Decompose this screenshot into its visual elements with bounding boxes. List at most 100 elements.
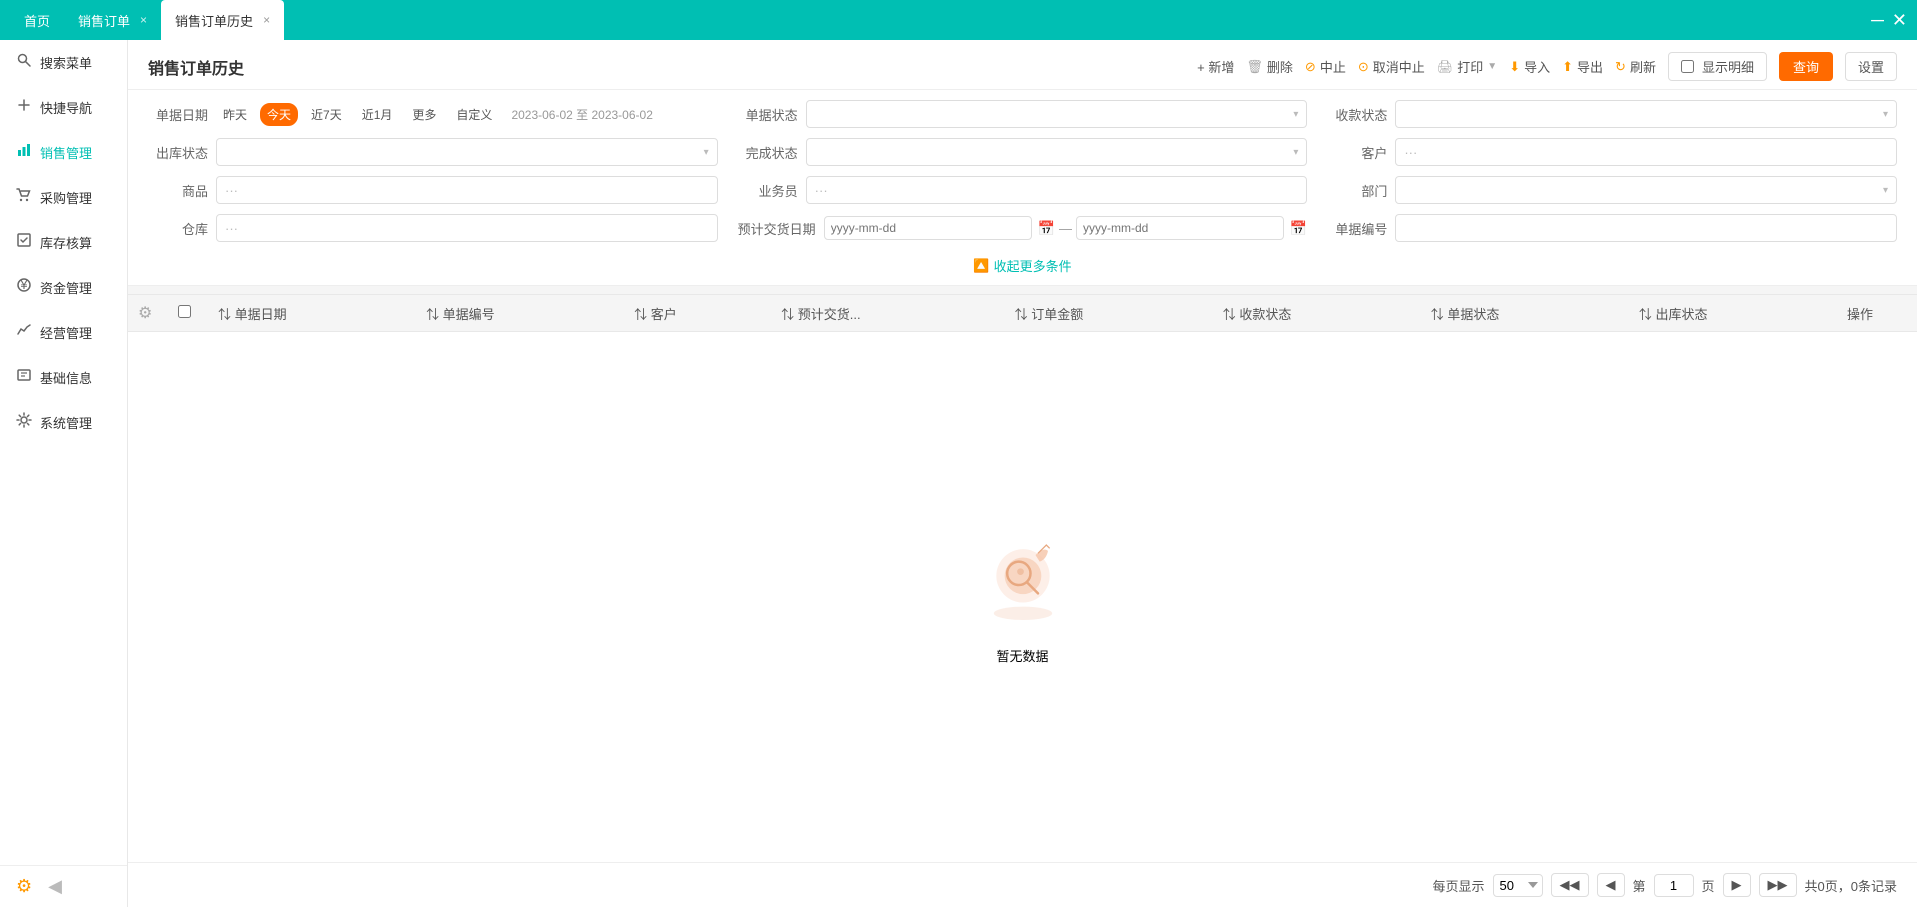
- page-size-select[interactable]: 50 10 20 100: [1493, 874, 1543, 897]
- sidebar-item-purchase-mgmt[interactable]: 采购管理: [0, 175, 127, 220]
- order-status-label: 单据状态: [738, 105, 798, 124]
- search-menu-icon: [16, 52, 32, 73]
- goods-dots: ···: [225, 183, 238, 198]
- inventory-check-icon: [16, 232, 32, 253]
- sidebar-label-quick-nav: 快捷导航: [40, 98, 92, 117]
- sidebar-label-basic-info: 基础信息: [40, 368, 92, 387]
- date-to-input[interactable]: [1076, 216, 1284, 240]
- dept-select[interactable]: ▾: [1395, 176, 1897, 204]
- stop-button[interactable]: ⊘ 中止: [1305, 57, 1346, 76]
- export-button[interactable]: ⬆ 导出: [1562, 57, 1603, 76]
- date-btn-yesterday[interactable]: 昨天: [216, 103, 254, 126]
- filter-date: 单据日期 昨天 今天 近7天 近1月 更多 自定义 2023-06-02 至 2…: [148, 103, 718, 126]
- new-button[interactable]: + 新增: [1197, 57, 1234, 76]
- sales-rep-select[interactable]: ···: [806, 176, 1308, 204]
- date-btn-more[interactable]: 更多: [405, 103, 443, 126]
- prev-page-button[interactable]: ◀: [1597, 873, 1625, 897]
- th-ops-label: 操作: [1847, 307, 1873, 322]
- import-label: 导入: [1524, 57, 1550, 76]
- sidebar-collapse-icon[interactable]: ◀: [48, 876, 62, 897]
- display-cols-label: 显示明细: [1702, 57, 1754, 76]
- page-input[interactable]: [1654, 874, 1694, 897]
- last-page-button[interactable]: ▶▶: [1759, 873, 1797, 897]
- sidebar-item-sys-mgmt[interactable]: 系统管理: [0, 400, 127, 445]
- settings-button[interactable]: 设置: [1845, 52, 1897, 81]
- sidebar-item-sales-mgmt[interactable]: 销售管理: [0, 130, 127, 175]
- sidebar-item-inventory-check[interactable]: 库存核算: [0, 220, 127, 265]
- date-btn-7days[interactable]: 近7天: [304, 103, 349, 126]
- date-btn-1month[interactable]: 近1月: [355, 103, 400, 126]
- date-quick-btns: 昨天 今天 近7天 近1月 更多 自定义: [216, 103, 499, 126]
- th-order-date: ⇅ 单据日期: [208, 295, 416, 332]
- print-label: 打印: [1457, 57, 1483, 76]
- print-button[interactable]: 🖨 打印 ▼: [1437, 57, 1497, 76]
- date-range-display: 2023-06-02 至 2023-06-02: [511, 106, 652, 123]
- sidebar-item-quick-nav[interactable]: 快捷导航: [0, 85, 127, 130]
- warehouse-select[interactable]: ···: [216, 214, 718, 242]
- date-btn-today[interactable]: 今天: [260, 103, 298, 126]
- tab-home[interactable]: 首页: [10, 0, 64, 40]
- top-bar: 首页 销售订单 × 销售订单历史 × ─ ✕: [0, 0, 1917, 40]
- next-page-button[interactable]: ▶: [1723, 873, 1751, 897]
- sidebar-item-basic-info[interactable]: 基础信息: [0, 355, 127, 400]
- refresh-button[interactable]: ↻ 刷新: [1615, 57, 1656, 76]
- close-icon[interactable]: ✕: [1892, 10, 1907, 31]
- sidebar-item-ops-mgmt[interactable]: 经营管理: [0, 310, 127, 355]
- customer-label: 客户: [1327, 143, 1387, 162]
- goods-select[interactable]: ···: [216, 176, 718, 204]
- sidebar-label-sales-mgmt: 销售管理: [40, 143, 92, 162]
- stop-icon: ⊘: [1305, 59, 1316, 75]
- completion-status-select[interactable]: ▾: [806, 138, 1308, 166]
- select-all-checkbox[interactable]: [178, 305, 191, 318]
- tab-sales-order[interactable]: 销售订单 ×: [64, 0, 161, 40]
- page-label: 页: [1702, 876, 1715, 895]
- pay-status-label: 收款状态: [1327, 105, 1387, 124]
- settings-label: 设置: [1858, 57, 1884, 76]
- tab-sales-history[interactable]: 销售订单历史 ×: [161, 0, 284, 40]
- order-no-input[interactable]: [1395, 214, 1897, 242]
- tab-sales-history-close[interactable]: ×: [263, 13, 270, 27]
- completion-status-arrow: ▾: [1293, 147, 1298, 158]
- filter-row-3: 商品 ··· 业务员 ··· 部门 ▾: [148, 176, 1897, 204]
- page-size-label: 每页显示: [1432, 876, 1484, 895]
- basic-info-icon: [16, 367, 32, 388]
- empty-icon: [973, 530, 1073, 630]
- outbound-status-select[interactable]: ▾: [216, 138, 718, 166]
- sidebar-item-search-menu[interactable]: 搜索菜单: [0, 40, 127, 85]
- collapse-button[interactable]: 🔼 收起更多条件: [973, 256, 1071, 275]
- display-cols-button[interactable]: 显示明细: [1668, 52, 1767, 81]
- tab-sales-order-close[interactable]: ×: [140, 13, 147, 27]
- th-outbound-status: ⇅ 出库状态: [1629, 295, 1837, 332]
- query-button[interactable]: 查询: [1779, 52, 1833, 81]
- tab-home-label: 首页: [24, 11, 50, 30]
- customer-select[interactable]: ···: [1395, 138, 1897, 166]
- sidebar-item-fund-mgmt[interactable]: ¥ 资金管理: [0, 265, 127, 310]
- table-container: ⚙ ⇅ 单据日期 ⇅ 单据编号 ⇅ 客户: [128, 294, 1917, 862]
- sidebar-settings-icon[interactable]: ⚙: [16, 876, 32, 897]
- delete-button[interactable]: 🗑 删除: [1246, 57, 1293, 76]
- filter-order-status: 单据状态 ▾: [738, 100, 1308, 128]
- import-button[interactable]: ⬇ 导入: [1509, 57, 1550, 76]
- filter-sales-rep: 业务员 ···: [738, 176, 1308, 204]
- date-from-input[interactable]: [824, 216, 1032, 240]
- th-order-date-label: ⇅ 单据日期: [218, 307, 287, 322]
- th-order-status-label: ⇅ 单据状态: [1431, 307, 1500, 322]
- quick-nav-icon: [16, 97, 32, 118]
- display-cols-checkbox[interactable]: [1681, 60, 1694, 73]
- pay-status-select[interactable]: ▾: [1395, 100, 1897, 128]
- new-label: + 新增: [1197, 57, 1234, 76]
- date-btn-custom[interactable]: 自定义: [449, 103, 499, 126]
- first-page-button[interactable]: ◀◀: [1551, 873, 1589, 897]
- content-area: 销售订单历史 + 新增 🗑 删除 ⊘ 中止 ⊙ 取消中止 🖨: [128, 40, 1917, 907]
- delete-icon: 🗑: [1246, 59, 1263, 75]
- order-status-select[interactable]: ▾: [806, 100, 1308, 128]
- minimize-icon[interactable]: ─: [1871, 10, 1884, 31]
- th-customer: ⇅ 客户: [624, 295, 771, 332]
- calendar-from-icon[interactable]: 📅: [1038, 220, 1055, 237]
- cancel-stop-button[interactable]: ⊙ 取消中止: [1358, 57, 1425, 76]
- calendar-to-icon[interactable]: 📅: [1290, 220, 1307, 237]
- date-label: 单据日期: [148, 105, 208, 124]
- table-settings-icon[interactable]: ⚙: [138, 305, 152, 322]
- data-table: ⚙ ⇅ 单据日期 ⇅ 单据编号 ⇅ 客户: [128, 294, 1917, 332]
- th-outbound-status-label: ⇅ 出库状态: [1639, 307, 1708, 322]
